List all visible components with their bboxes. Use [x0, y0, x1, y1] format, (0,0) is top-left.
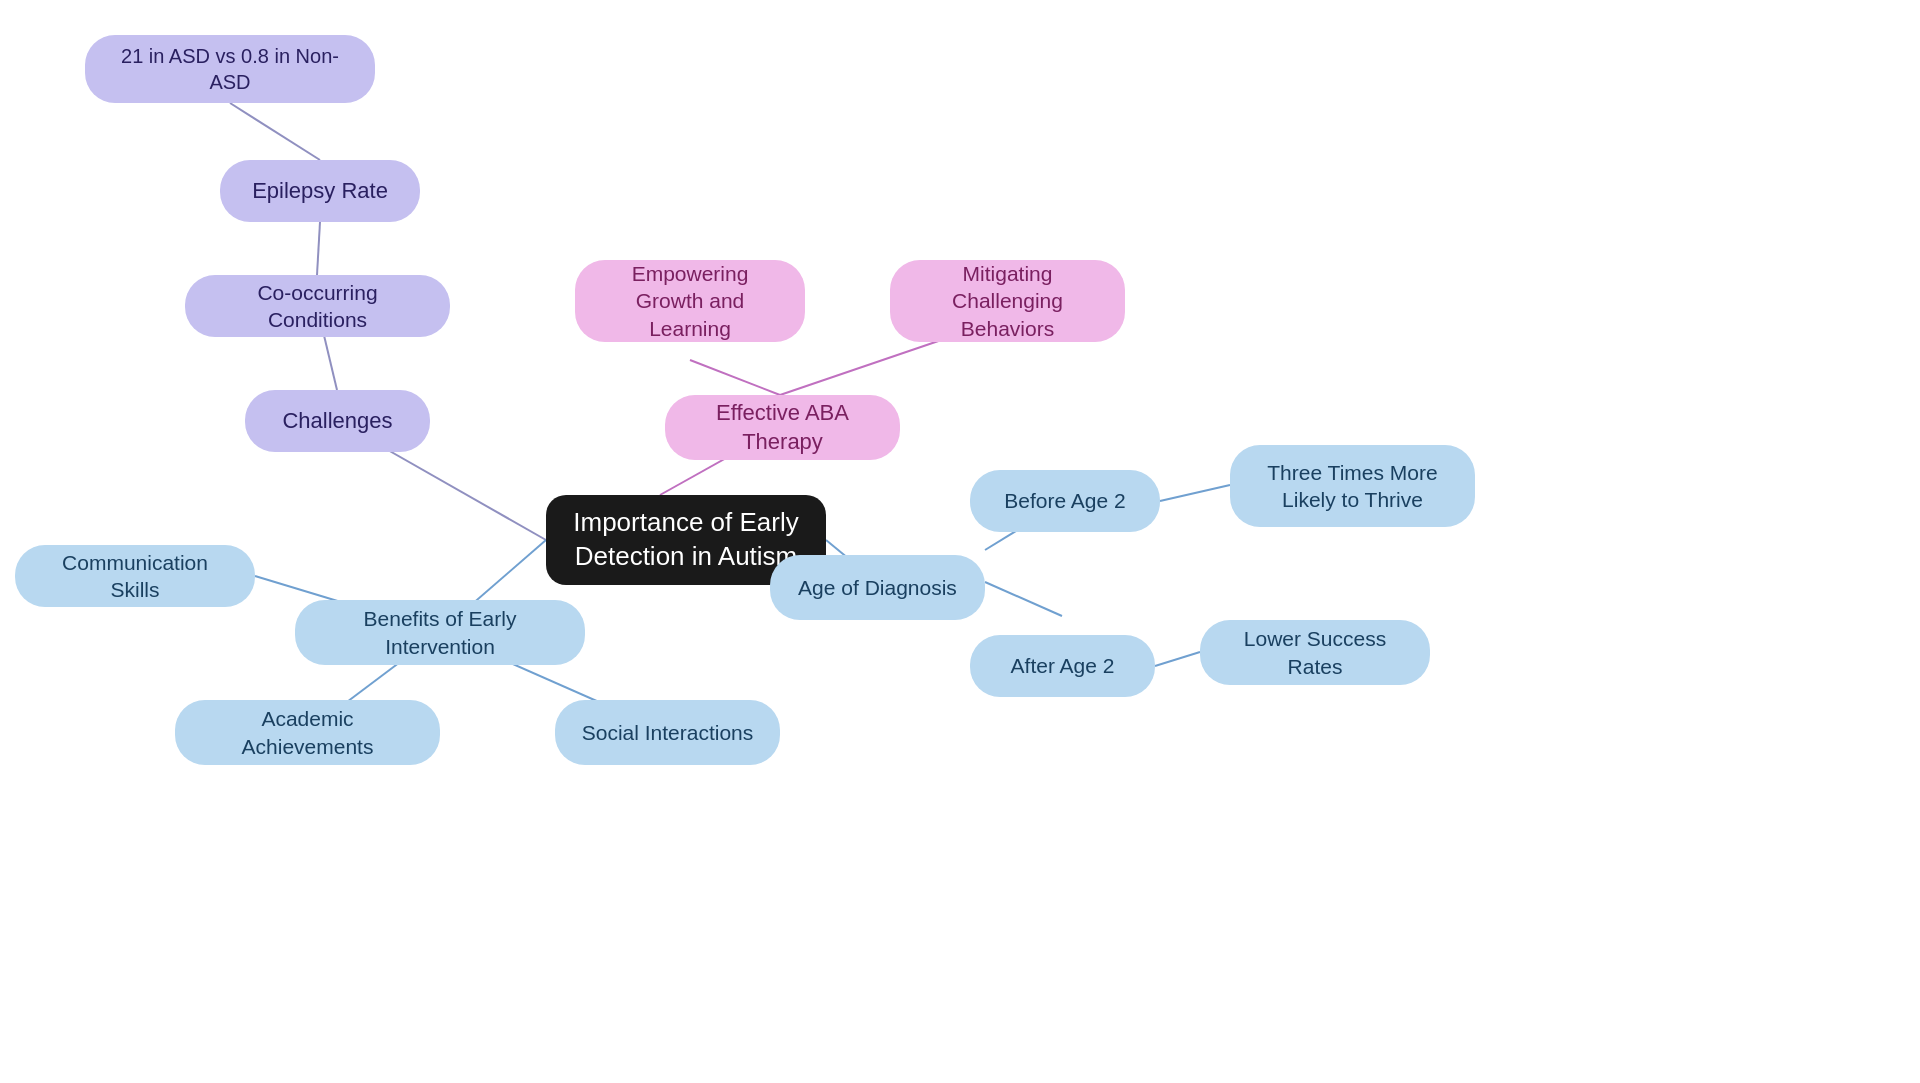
epilepsy-node: Epilepsy Rate: [220, 160, 420, 222]
mitigating-node: Mitigating Challenging Behaviors: [890, 260, 1125, 342]
social-node: Social Interactions: [555, 700, 780, 765]
after-age2-node: After Age 2: [970, 635, 1155, 697]
age-diagnosis-node: Age of Diagnosis: [770, 555, 985, 620]
svg-line-5: [690, 360, 780, 395]
challenges-node: Challenges: [245, 390, 430, 452]
academic-node: Academic Achievements: [175, 700, 440, 765]
aba-therapy-node: Effective ABA Therapy: [665, 395, 900, 460]
svg-line-15: [1155, 652, 1200, 666]
svg-line-2: [317, 222, 320, 275]
three-times-node: Three Times More Likely to Thrive: [1230, 445, 1475, 527]
before-age2-node: Before Age 2: [970, 470, 1160, 532]
empowering-node: Empowering Growth and Learning: [575, 260, 805, 342]
asd-stat-node: 21 in ASD vs 0.8 in Non-ASD: [85, 35, 375, 103]
svg-line-13: [1160, 485, 1230, 501]
comm-skills-node: Communication Skills: [15, 545, 255, 607]
svg-line-3: [230, 103, 320, 160]
early-intervention-node: Benefits of Early Intervention: [295, 600, 585, 665]
co-occurring-node: Co-occurring Conditions: [185, 275, 450, 337]
lower-success-node: Lower Success Rates: [1200, 620, 1430, 685]
svg-line-14: [985, 582, 1062, 616]
